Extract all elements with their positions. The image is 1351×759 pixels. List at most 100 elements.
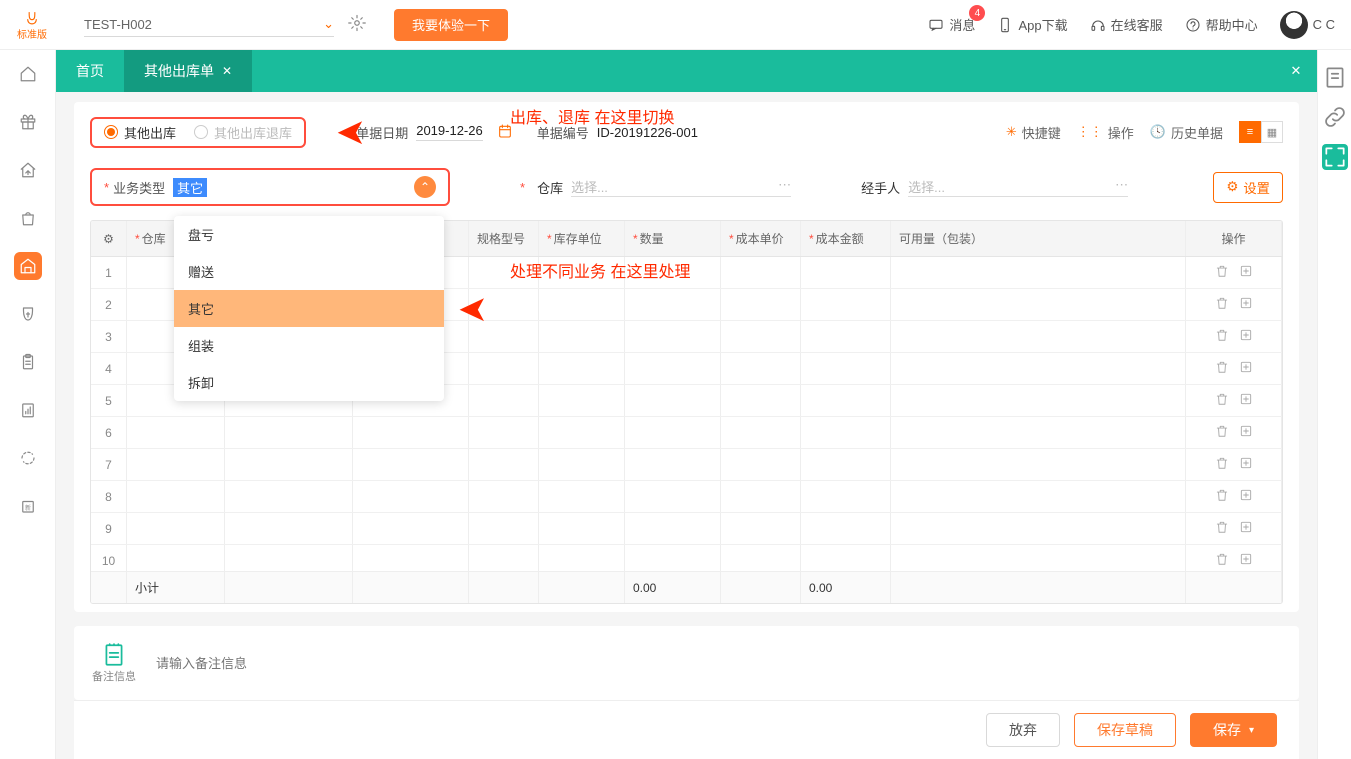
dropdown-option[interactable]: 拆卸 [174, 364, 444, 401]
tab-other-out[interactable]: 其他出库单 ✕ [124, 50, 252, 92]
add-row-icon[interactable] [1239, 456, 1253, 473]
org-selector[interactable]: TEST-H002 ⌄ [84, 12, 334, 37]
help-label: 帮助中心 [1206, 15, 1258, 34]
messages-badge: 4 [969, 5, 985, 21]
close-all-tabs[interactable]: ✕ [1275, 50, 1317, 92]
add-row-icon[interactable] [1239, 264, 1253, 281]
delete-row-icon[interactable] [1215, 392, 1229, 409]
chevron-up-icon[interactable]: ⌃ [414, 176, 436, 198]
gear-icon: ⚙ [1226, 179, 1238, 195]
row-index: 4 [91, 353, 127, 384]
delete-row-icon[interactable] [1215, 424, 1229, 441]
expand-icon[interactable] [1322, 144, 1348, 170]
nav-sync-icon[interactable] [14, 444, 42, 472]
try-experience-button[interactable]: 我要体验一下 [394, 9, 508, 41]
avatar [1280, 11, 1308, 39]
table-subtotal: 小计 0.00 0.00 [91, 571, 1282, 603]
subtotal-amount: 0.00 [801, 572, 891, 603]
radio-out-label: 其他出库 [124, 123, 176, 142]
add-row-icon[interactable] [1239, 392, 1253, 409]
tab-doc-label: 其他出库单 [144, 61, 214, 81]
chevron-down-icon: ▾ [1249, 725, 1254, 736]
business-type-dropdown: 盘亏 赠送 其它 组装 拆卸 ➤ [174, 216, 444, 401]
link-icon[interactable] [1322, 104, 1348, 130]
table-row[interactable]: 7 [91, 449, 1282, 481]
row-index: 3 [91, 321, 127, 352]
delete-row-icon[interactable] [1215, 264, 1229, 281]
close-icon[interactable]: ✕ [222, 64, 232, 78]
save-draft-button[interactable]: 保存草稿 [1074, 713, 1176, 747]
dropdown-option[interactable]: 盘亏 [174, 216, 444, 253]
remarks-label: 备注信息 [92, 668, 136, 684]
col-operation: 操作 [1186, 221, 1282, 256]
remarks-section: 备注信息 [74, 626, 1299, 700]
gear-icon[interactable] [348, 14, 366, 35]
nav-bag-icon[interactable] [14, 204, 42, 232]
list-view-icon[interactable]: ≡ [1239, 121, 1261, 143]
gear-icon[interactable]: ⚙ [91, 221, 127, 256]
add-row-icon[interactable] [1239, 424, 1253, 441]
radio-other-out[interactable]: 其他出库 [104, 123, 176, 142]
delete-row-icon[interactable] [1215, 488, 1229, 505]
user-name: C C [1313, 17, 1335, 32]
table-row[interactable]: 9 [91, 513, 1282, 545]
chevron-down-icon: ⌄ [323, 16, 334, 32]
settings-button[interactable]: ⚙设置 [1213, 172, 1283, 203]
nav-clipboard-icon[interactable] [14, 348, 42, 376]
grid-view-icon[interactable]: ▦ [1261, 121, 1283, 143]
add-row-icon[interactable] [1239, 296, 1253, 313]
table-row[interactable]: 10 [91, 545, 1282, 571]
add-row-icon[interactable] [1239, 552, 1253, 569]
nav-gift-icon[interactable] [14, 108, 42, 136]
business-type-select[interactable]: * 业务类型 其它 ⌃ 盘亏 赠送 其它 组装 拆卸 ➤ [90, 168, 450, 206]
delete-row-icon[interactable] [1215, 456, 1229, 473]
add-row-icon[interactable] [1239, 360, 1253, 377]
app-download-button[interactable]: App下载 [997, 15, 1067, 34]
online-service-button[interactable]: 在线客服 [1090, 15, 1163, 34]
doc-type-radio-group: 其他出库 其他出库退库 [90, 117, 306, 148]
annotation-arrow-icon: ➤ [336, 114, 366, 150]
required-icon: * [104, 180, 109, 195]
col-qty: 数量 [625, 221, 721, 256]
add-row-icon[interactable] [1239, 488, 1253, 505]
operation-button[interactable]: ⋮⋮操作 [1077, 123, 1134, 142]
row-index: 1 [91, 257, 127, 288]
col-spec: 规格型号 [469, 221, 539, 256]
nav-money-icon[interactable] [14, 300, 42, 328]
dropdown-option[interactable]: 赠送 [174, 253, 444, 290]
tab-home[interactable]: 首页 [56, 50, 124, 92]
help-center-button[interactable]: 帮助中心 [1185, 15, 1258, 34]
warehouse-select[interactable]: * 仓库 选择...⋯ [520, 177, 791, 197]
row-index: 6 [91, 417, 127, 448]
add-row-icon[interactable] [1239, 328, 1253, 345]
messages-button[interactable]: 消息 4 [928, 15, 975, 34]
table-row[interactable]: 6 [91, 417, 1282, 449]
notes-icon[interactable] [1322, 64, 1348, 90]
handler-select[interactable]: 经手人 选择...⋯ [861, 177, 1128, 197]
dropdown-option[interactable]: 组装 [174, 327, 444, 364]
delete-row-icon[interactable] [1215, 360, 1229, 377]
nav-warehouse-icon[interactable] [14, 252, 42, 280]
nav-report-icon[interactable] [14, 396, 42, 424]
delete-row-icon[interactable] [1215, 552, 1229, 569]
delete-row-icon[interactable] [1215, 328, 1229, 345]
view-toggle[interactable]: ≡▦ [1239, 121, 1283, 143]
discard-button[interactable]: 放弃 [986, 713, 1060, 747]
ellipsis-icon[interactable]: ⋯ [778, 177, 791, 196]
bill-date[interactable]: 单据日期 2019-12-26 [356, 123, 513, 142]
nav-new-icon[interactable]: 新 [14, 492, 42, 520]
footer-actions: 放弃 保存草稿 保存▾ [74, 700, 1299, 759]
ellipsis-icon[interactable]: ⋯ [1115, 177, 1128, 196]
nav-home-icon[interactable] [14, 60, 42, 88]
delete-row-icon[interactable] [1215, 520, 1229, 537]
history-button[interactable]: 🕓历史单据 [1150, 123, 1223, 142]
radio-other-out-return[interactable]: 其他出库退库 [194, 123, 292, 142]
shortcut-button[interactable]: ✳快捷键 [1006, 123, 1061, 142]
remarks-input[interactable] [156, 656, 1281, 671]
user-menu[interactable]: C C [1280, 11, 1335, 39]
nav-house-up-icon[interactable] [14, 156, 42, 184]
delete-row-icon[interactable] [1215, 296, 1229, 313]
add-row-icon[interactable] [1239, 520, 1253, 537]
save-button[interactable]: 保存▾ [1190, 713, 1277, 747]
table-row[interactable]: 8 [91, 481, 1282, 513]
